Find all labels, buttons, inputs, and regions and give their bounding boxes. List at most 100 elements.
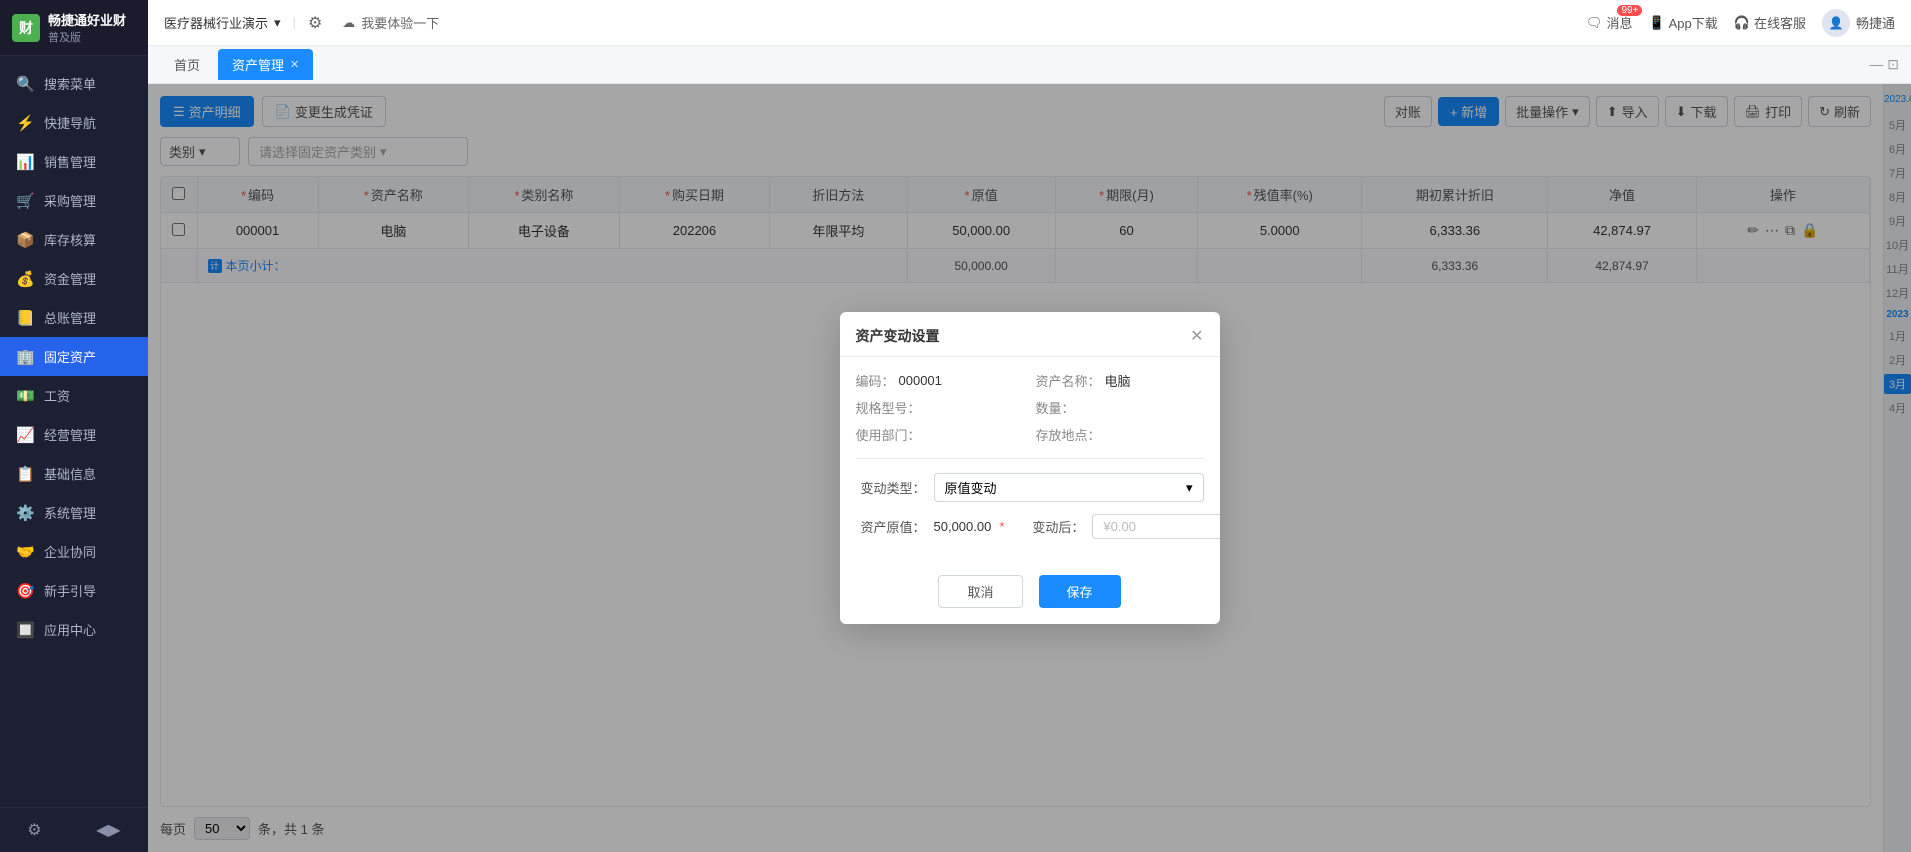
sidebar-item-system[interactable]: ⚙️ 系统管理 bbox=[0, 493, 148, 532]
dialog-asset-name-item: 资产名称： 电脑 bbox=[1036, 371, 1204, 390]
app-subtitle: 普及版 bbox=[48, 29, 126, 45]
asset-value-value: 50,000.00 bbox=[934, 519, 992, 534]
quick-nav-icon: ⚡ bbox=[16, 114, 34, 132]
sidebar-item-purchase[interactable]: 🛒 采购管理 bbox=[0, 181, 148, 220]
dialog-title: 资产变动设置 bbox=[856, 326, 940, 346]
code-label: 编码： bbox=[856, 371, 895, 390]
sidebar-item-label: 快捷导航 bbox=[44, 113, 96, 132]
sidebar-item-label: 销售管理 bbox=[44, 152, 96, 171]
fixed-assets-icon: 🏢 bbox=[16, 348, 34, 366]
settings-button[interactable]: ⚙ bbox=[19, 816, 49, 844]
header-divider: | bbox=[293, 15, 296, 30]
sidebar-item-label: 新手引导 bbox=[44, 581, 96, 600]
tab-home[interactable]: 首页 bbox=[160, 49, 214, 80]
tab-bar: 首页 资产管理 ✕ — ⊡ bbox=[148, 46, 1911, 84]
sidebar-item-finance[interactable]: 💰 资金管理 bbox=[0, 259, 148, 298]
online-service-button[interactable]: 🎧 在线客服 bbox=[1734, 13, 1806, 32]
sidebar-item-ledger[interactable]: 📒 总账管理 bbox=[0, 298, 148, 337]
sidebar-item-basic-info[interactable]: 📋 基础信息 bbox=[0, 454, 148, 493]
sidebar-item-label: 企业协同 bbox=[44, 542, 96, 561]
service-icon: 🎧 bbox=[1734, 15, 1750, 31]
change-type-select[interactable]: 原值变动 ▾ bbox=[934, 473, 1204, 502]
dialog-footer: 取消 保存 bbox=[840, 565, 1220, 624]
tab-close-icon[interactable]: ✕ bbox=[290, 58, 299, 71]
online-service-label: 在线客服 bbox=[1754, 13, 1806, 32]
location-label: 存放地点： bbox=[1036, 425, 1101, 444]
after-change-label: 变动后： bbox=[1014, 517, 1084, 536]
sidebar-item-payroll[interactable]: 💵 工资 bbox=[0, 376, 148, 415]
settings-icon[interactable]: ⚙ bbox=[308, 13, 322, 33]
app-title: 畅捷通好业财 bbox=[48, 10, 126, 29]
logo-icon: 财 bbox=[12, 14, 40, 42]
search-icon: 🔍 bbox=[16, 75, 34, 93]
header-right: 🗨 消息 99+ 📱 App下载 🎧 在线客服 👤 畅捷通 bbox=[1586, 9, 1895, 37]
sidebar-item-guide[interactable]: 🎯 新手引导 bbox=[0, 571, 148, 610]
experience-button[interactable]: ☁ 我要体验一下 bbox=[342, 13, 439, 32]
dialog-quantity-item: 数量： bbox=[1036, 398, 1204, 417]
company-selector[interactable]: 医疗器械行业演示 ▾ bbox=[164, 13, 281, 32]
coop-icon: 🤝 bbox=[16, 543, 34, 561]
cancel-button[interactable]: 取消 bbox=[938, 575, 1022, 608]
sidebar-nav: 🔍 搜索菜单 ⚡ 快捷导航 📊 销售管理 🛒 采购管理 📦 库存核算 💰 资金管… bbox=[0, 56, 148, 807]
ledger-icon: 📒 bbox=[16, 309, 34, 327]
dialog-header: 资产变动设置 ✕ bbox=[840, 312, 1220, 357]
collapse-button[interactable]: ◀▶ bbox=[88, 816, 129, 844]
sidebar-item-label: 基础信息 bbox=[44, 464, 96, 483]
sidebar-item-fixed-assets[interactable]: 🏢 固定资产 bbox=[0, 337, 148, 376]
sidebar-item-quick-nav[interactable]: ⚡ 快捷导航 bbox=[0, 103, 148, 142]
messages-badge: 99+ bbox=[1617, 5, 1642, 16]
dialog-overlay: 资产变动设置 ✕ 编码： 000001 资产名称： 电脑 bbox=[148, 84, 1911, 852]
purchase-icon: 🛒 bbox=[16, 192, 34, 210]
tab-home-label: 首页 bbox=[174, 55, 200, 74]
sidebar-item-sales[interactable]: 📊 销售管理 bbox=[0, 142, 148, 181]
window-maximize-icon[interactable]: ⊡ bbox=[1887, 56, 1899, 73]
spec-label: 规格型号： bbox=[856, 398, 921, 417]
sidebar-item-label: 工资 bbox=[44, 386, 70, 405]
sidebar-item-operations[interactable]: 📈 经营管理 bbox=[0, 415, 148, 454]
payroll-icon: 💵 bbox=[16, 387, 34, 405]
messages-button[interactable]: 🗨 消息 99+ bbox=[1586, 13, 1633, 32]
window-minimize-icon[interactable]: — bbox=[1869, 56, 1883, 73]
sidebar-item-inventory[interactable]: 📦 库存核算 bbox=[0, 220, 148, 259]
app-download-button[interactable]: 📱 App下载 bbox=[1648, 13, 1717, 32]
change-type-row: 变动类型： 原值变动 ▾ bbox=[856, 473, 1204, 502]
message-icon: 🗨 bbox=[1586, 15, 1603, 31]
asset-name-value: 电脑 bbox=[1105, 371, 1131, 390]
sidebar-item-label: 系统管理 bbox=[44, 503, 96, 522]
sidebar-item-label: 搜索菜单 bbox=[44, 74, 96, 93]
sidebar: 财 畅捷通好业财 普及版 🔍 搜索菜单 ⚡ 快捷导航 📊 销售管理 🛒 采购管理… bbox=[0, 0, 148, 852]
company-name: 医疗器械行业演示 bbox=[164, 13, 268, 32]
user-menu[interactable]: 👤 畅捷通 bbox=[1822, 9, 1895, 37]
page-area: ☰ 资产明细 📄 变更生成凭证 对账 + 新增 bbox=[148, 84, 1911, 852]
sidebar-item-search[interactable]: 🔍 搜索菜单 bbox=[0, 64, 148, 103]
guide-icon: 🎯 bbox=[16, 582, 34, 600]
sidebar-item-label: 应用中心 bbox=[44, 620, 96, 639]
dialog-spec-item: 规格型号： bbox=[856, 398, 1024, 417]
tab-asset-mgmt-label: 资产管理 bbox=[232, 55, 284, 74]
required-mark: * bbox=[999, 519, 1004, 534]
sidebar-logo: 财 畅捷通好业财 普及版 bbox=[0, 0, 148, 56]
sidebar-item-coop[interactable]: 🤝 企业协同 bbox=[0, 532, 148, 571]
change-type-label: 变动类型： bbox=[856, 478, 926, 497]
chevron-down-icon: ▾ bbox=[1186, 480, 1193, 496]
dialog-code-item: 编码： 000001 bbox=[856, 371, 1024, 390]
experience-icon: ☁ bbox=[342, 15, 355, 31]
save-button[interactable]: 保存 bbox=[1039, 575, 1121, 608]
dialog-body: 编码： 000001 资产名称： 电脑 规格型号： 数量： bbox=[840, 357, 1220, 565]
sidebar-bottom: ⚙ ◀▶ bbox=[0, 807, 148, 852]
dialog-close-icon[interactable]: ✕ bbox=[1190, 326, 1203, 346]
sidebar-item-label: 资金管理 bbox=[44, 269, 96, 288]
sidebar-item-label: 固定资产 bbox=[44, 347, 96, 366]
sales-icon: 📊 bbox=[16, 153, 34, 171]
top-header: 医疗器械行业演示 ▾ | ⚙ ☁ 我要体验一下 🗨 消息 99+ 📱 App下载… bbox=[148, 0, 1911, 46]
after-change-input[interactable] bbox=[1092, 514, 1219, 539]
tab-asset-mgmt[interactable]: 资产管理 ✕ bbox=[218, 49, 313, 80]
quantity-label: 数量： bbox=[1036, 398, 1075, 417]
asset-name-label: 资产名称： bbox=[1036, 371, 1101, 390]
sidebar-item-label: 采购管理 bbox=[44, 191, 96, 210]
sidebar-item-label: 库存核算 bbox=[44, 230, 96, 249]
user-name: 畅捷通 bbox=[1856, 13, 1895, 32]
logo-text: 畅捷通好业财 普及版 bbox=[48, 10, 126, 45]
sidebar-item-app-center[interactable]: 🔲 应用中心 bbox=[0, 610, 148, 649]
chevron-down-icon: ▾ bbox=[274, 15, 281, 31]
